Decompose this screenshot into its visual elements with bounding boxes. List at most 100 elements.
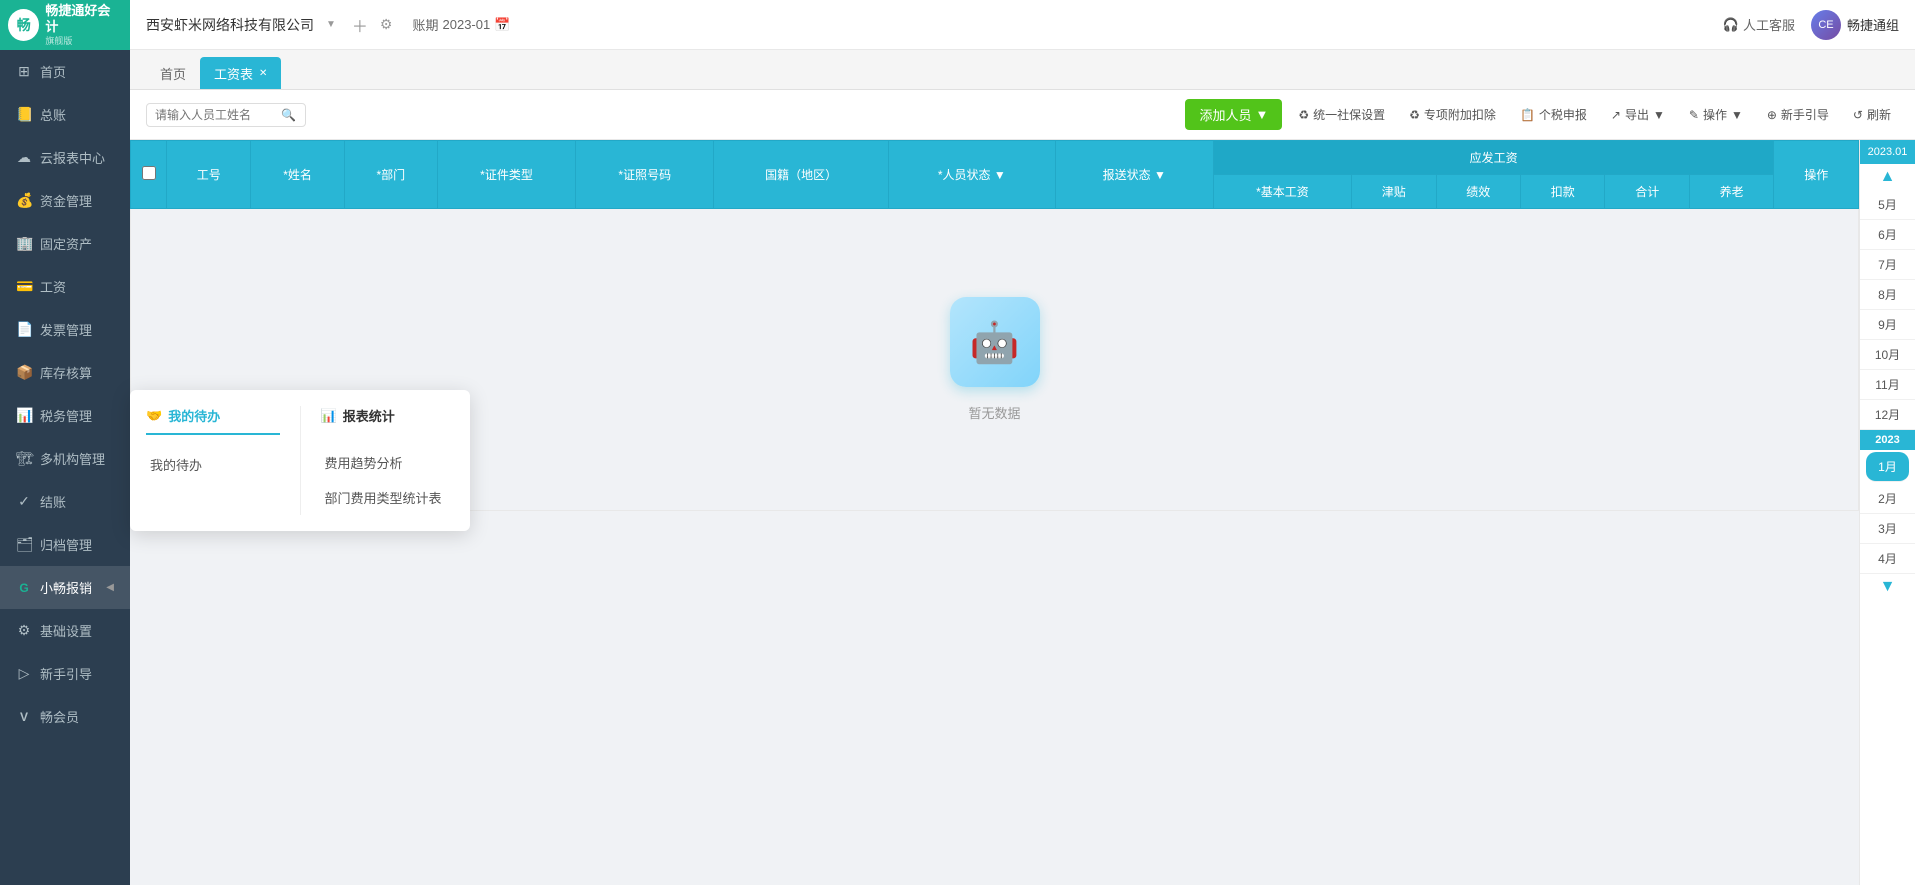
company-dropdown[interactable]: ▼: [326, 19, 336, 30]
tab-salary-table[interactable]: 工资表 ✕: [200, 57, 281, 89]
fixed-assets-icon: 🏢: [16, 235, 32, 252]
reports-icon: ☁: [16, 149, 32, 166]
date-item-3[interactable]: 3月: [1860, 514, 1915, 544]
special-deduction-button[interactable]: ♻ 专项附加扣除: [1401, 102, 1504, 127]
sidebar-label-xiaochang: 小畅报销: [40, 578, 92, 597]
submit-status-filter-icon[interactable]: ▼: [1154, 168, 1166, 182]
popup-col-reports: 📊 报表统计 费用趋势分析 部门费用类型统计表: [321, 406, 455, 515]
archive-icon: 🗂: [16, 536, 32, 553]
operations-icon: ✎: [1689, 108, 1699, 122]
date-up-button[interactable]: ▲: [1860, 164, 1915, 190]
sidebar-label-settlement: 结账: [40, 492, 66, 511]
date-item-7[interactable]: 7月: [1860, 250, 1915, 280]
export-icon: ↗: [1611, 108, 1621, 122]
user-name: 畅捷通组: [1847, 15, 1899, 34]
date-item-5[interactable]: 5月: [1860, 190, 1915, 220]
add-company-button[interactable]: ＋: [352, 13, 368, 37]
social-insurance-button[interactable]: ♻ 统一社保设置: [1290, 102, 1393, 127]
sidebar-label-basic-settings: 基础设置: [40, 621, 92, 640]
popup-menu: 🤝 我的待办 我的待办 📊 报表统计 费用趋势分析 部门费用类型统计表: [130, 390, 470, 531]
date-item-6[interactable]: 6月: [1860, 220, 1915, 250]
popup-item-expense-trend[interactable]: 费用趋势分析: [321, 445, 455, 480]
settings-gear-icon[interactable]: ⚙: [380, 16, 393, 33]
date-item-2[interactable]: 2月: [1860, 484, 1915, 514]
sidebar-label-tax: 税务管理: [40, 406, 92, 425]
sidebar-item-basic-settings[interactable]: ⚙ 基础设置: [0, 609, 130, 652]
popup-col2-title: 📊 报表统计: [321, 406, 455, 433]
inventory-icon: 📦: [16, 364, 32, 381]
popup-item-dept-expense[interactable]: 部门费用类型统计表: [321, 480, 455, 515]
refresh-button[interactable]: ↺ 刷新: [1845, 102, 1899, 127]
close-tab-icon[interactable]: ✕: [259, 68, 267, 79]
export-arrow: ▼: [1653, 108, 1665, 122]
operations-button[interactable]: ✎ 操作 ▼: [1681, 102, 1751, 127]
sidebar-label-reports: 云报表中心: [40, 148, 105, 167]
select-all-checkbox[interactable]: [142, 166, 156, 180]
period-label: 账期: [412, 15, 438, 34]
settlement-icon: ✓: [16, 493, 32, 510]
logo-text-block: 畅捷通好会计 旗舰版: [45, 3, 122, 47]
export-button[interactable]: ↗ 导出 ▼: [1603, 102, 1673, 127]
customer-service-button[interactable]: 🎧 人工客服: [1723, 15, 1795, 34]
popup-divider: [300, 406, 301, 515]
sidebar-label-ledger: 总账: [40, 105, 66, 124]
department-header: *部门: [344, 141, 437, 209]
sidebar-item-invoice[interactable]: 📄 发票管理: [0, 308, 130, 351]
allowance-header: 津贴: [1352, 175, 1436, 209]
calendar-icon[interactable]: 📅: [494, 17, 510, 33]
tax-icon: 📊: [16, 407, 32, 424]
sidebar-item-inventory[interactable]: 📦 库存核算: [0, 351, 130, 394]
period-value: 2023-01: [443, 17, 491, 32]
sidebar-item-tax[interactable]: 📊 税务管理: [0, 394, 130, 437]
date-year-2023: 2023: [1860, 430, 1915, 450]
toolbar: 🔍 添加人员 ▼ ♻ 统一社保设置 ♻ 专项附加扣除 📋 个税申报 ↗ 导出 ▼…: [130, 90, 1915, 140]
date-item-8[interactable]: 8月: [1860, 280, 1915, 310]
popup-col1-label: 我的待办: [168, 406, 220, 425]
popup-col-my-tasks: 🤝 我的待办 我的待办: [146, 406, 280, 515]
user-menu[interactable]: CE 畅捷通组: [1811, 10, 1899, 40]
sidebar-item-multi-org[interactable]: 🏗 多机构管理: [0, 437, 130, 480]
sidebar-item-fixed-assets[interactable]: 🏢 固定资产: [0, 222, 130, 265]
avatar-initials: CE: [1818, 19, 1833, 31]
date-item-12[interactable]: 12月: [1860, 400, 1915, 430]
date-item-4[interactable]: 4月: [1860, 544, 1915, 574]
sidebar-nav: ⊞ 首页 📒 总账 ☁ 云报表中心 💰 资金管理 🏢 固定资产 💳 工资 📄 发…: [0, 50, 130, 885]
date-down-button[interactable]: ▼: [1860, 574, 1915, 600]
sidebar-item-reports[interactable]: ☁ 云报表中心: [0, 136, 130, 179]
basic-wage-header: *基本工资: [1213, 175, 1351, 209]
sidebar-label-salary: 工资: [40, 277, 66, 296]
sidebar-item-funds[interactable]: 💰 资金管理: [0, 179, 130, 222]
salary-icon: 💳: [16, 278, 32, 295]
sidebar-item-ledger[interactable]: 📒 总账: [0, 93, 130, 136]
sidebar-item-archive[interactable]: 🗂 归档管理: [0, 523, 130, 566]
tab-home[interactable]: 首页: [146, 57, 200, 89]
special-deduction-label: 专项附加扣除: [1424, 106, 1496, 123]
sidebar-item-new-guide[interactable]: ▷ 新手引导: [0, 652, 130, 695]
new-guide-label: 新手引导: [1781, 106, 1829, 123]
tax-filing-button[interactable]: 📋 个税申报: [1512, 102, 1595, 127]
sidebar-label-fixed-assets: 固定资产: [40, 234, 92, 253]
search-input[interactable]: [155, 108, 275, 122]
settings-icon: ⚙: [16, 622, 32, 639]
date-item-1[interactable]: 1月: [1866, 452, 1909, 482]
sidebar-label-home: 首页: [40, 62, 66, 81]
personnel-status-filter-icon[interactable]: ▼: [994, 168, 1006, 182]
deductions-header: 扣款: [1521, 175, 1605, 209]
sidebar-item-xiaochang[interactable]: G 小畅报销 ◀: [0, 566, 130, 609]
search-icon[interactable]: 🔍: [281, 108, 296, 122]
sidebar-item-home[interactable]: ⊞ 首页: [0, 50, 130, 93]
sidebar-label-invoice: 发票管理: [40, 320, 92, 339]
sidebar-item-settlement[interactable]: ✓ 结账: [0, 480, 130, 523]
popup-item-my-tasks[interactable]: 我的待办: [146, 447, 280, 482]
sidebar-item-members[interactable]: V 畅会员: [0, 695, 130, 738]
search-box: 🔍: [146, 103, 306, 127]
app-subtitle: 旗舰版: [45, 34, 122, 47]
new-guide-icon: ⊕: [1767, 108, 1777, 122]
add-person-button[interactable]: 添加人员 ▼: [1185, 99, 1282, 130]
new-guide-button[interactable]: ⊕ 新手引导: [1759, 102, 1837, 127]
date-item-10[interactable]: 10月: [1860, 340, 1915, 370]
sidebar-item-salary[interactable]: 💳 工资: [0, 265, 130, 308]
date-item-11[interactable]: 11月: [1860, 370, 1915, 400]
app-logo: 畅 畅捷通好会计 旗舰版: [0, 0, 130, 50]
date-item-9[interactable]: 9月: [1860, 310, 1915, 340]
